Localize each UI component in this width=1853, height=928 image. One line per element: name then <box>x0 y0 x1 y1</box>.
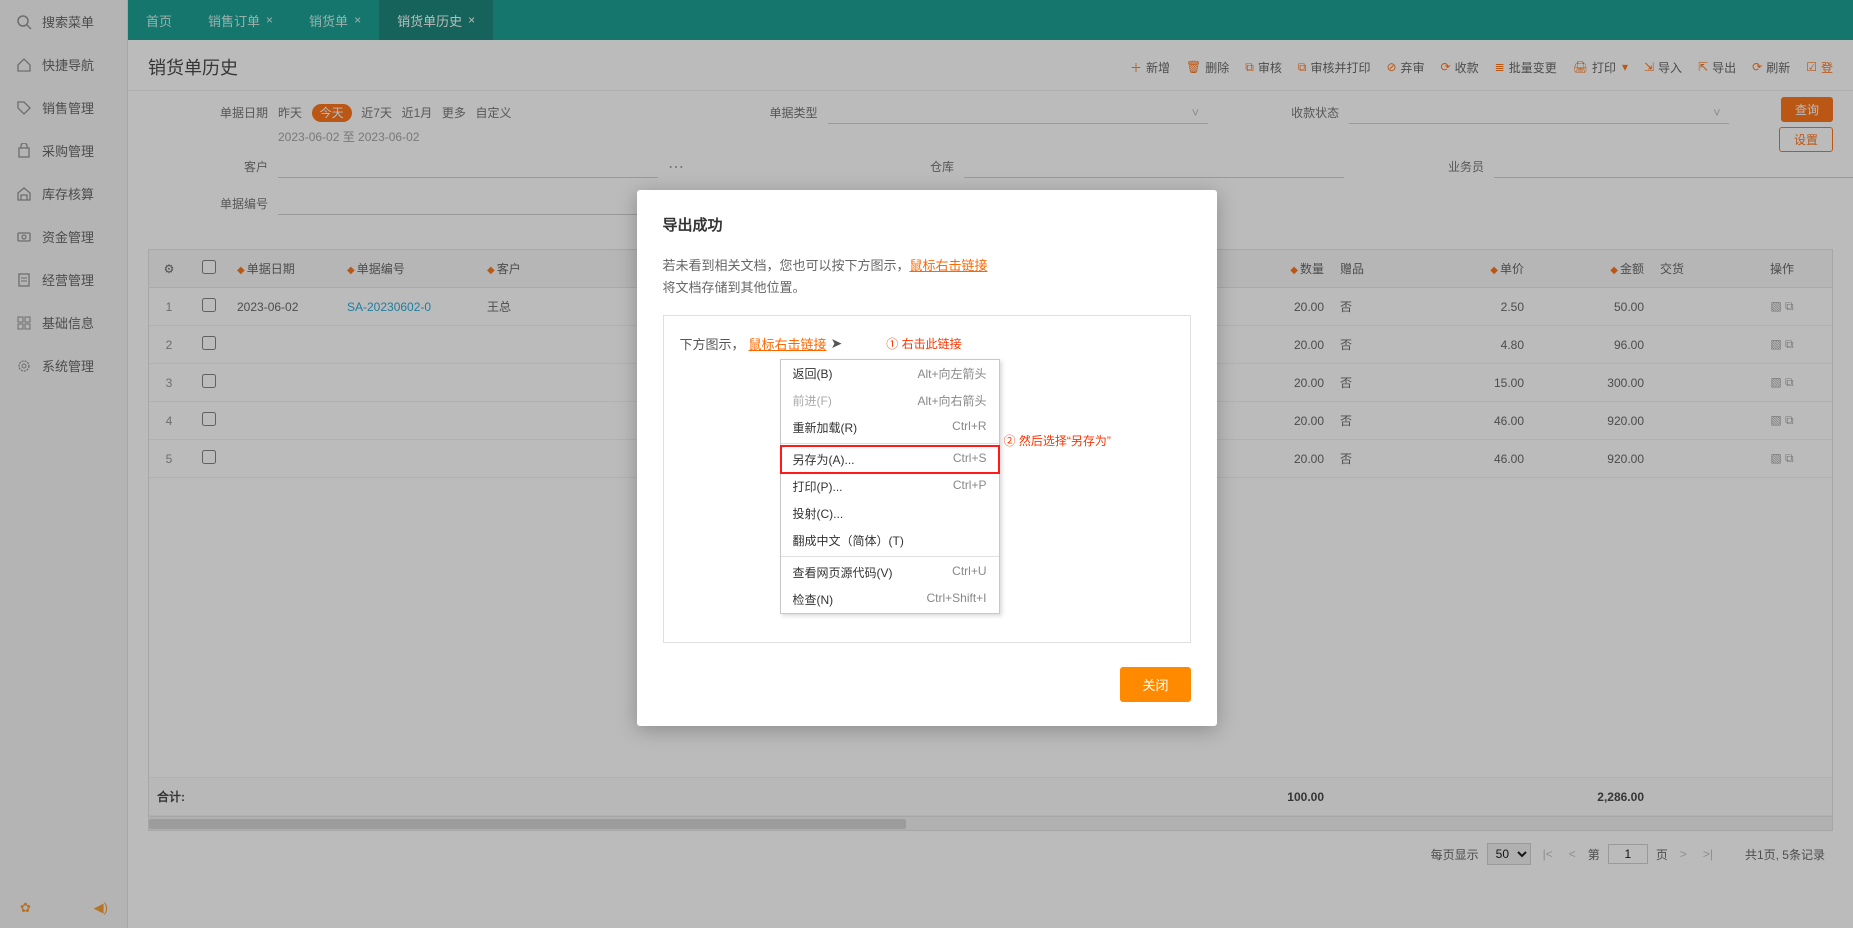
context-menu-item[interactable]: 前进(F)Alt+向右箭头 <box>781 387 999 414</box>
annotation-1: ① 右击此链接 <box>886 335 961 352</box>
context-menu-item[interactable]: 查看网页源代码(V)Ctrl+U <box>781 559 999 586</box>
close-button[interactable]: 关闭 <box>1120 667 1190 702</box>
instr-link[interactable]: 鼠标右击链接 <box>749 334 827 353</box>
annotation-2: ② 然后选择“另存为” <box>1004 432 1111 449</box>
context-menu-item[interactable]: 投射(C)... <box>781 500 999 527</box>
context-menu-item[interactable]: 返回(B)Alt+向左箭头 <box>781 360 999 387</box>
instruction-box: 下方图示， 鼠标右击链接 ➤ ① 右击此链接 返回(B)Alt+向左箭头前进(F… <box>663 315 1191 643</box>
context-menu-item[interactable]: 翻成中文（简体）(T) <box>781 527 999 554</box>
cursor-icon: ➤ <box>831 335 843 352</box>
modal-overlay: 导出成功 若未看到相关文档，您也可以按下方图示，鼠标右击链接 将文档存储到其他位… <box>0 0 1853 928</box>
export-success-modal: 导出成功 若未看到相关文档，您也可以按下方图示，鼠标右击链接 将文档存储到其他位… <box>637 190 1217 726</box>
context-menu: 返回(B)Alt+向左箭头前进(F)Alt+向右箭头重新加载(R)Ctrl+R 另… <box>780 359 1000 614</box>
instr-prefix: 下方图示， <box>680 334 745 353</box>
context-menu-item[interactable]: 重新加载(R)Ctrl+R <box>781 414 999 441</box>
context-menu-item[interactable]: 另存为(A)...Ctrl+S <box>781 446 999 473</box>
context-menu-item[interactable]: 检查(N)Ctrl+Shift+I <box>781 586 999 613</box>
modal-title: 导出成功 <box>663 214 1191 235</box>
rightclick-link[interactable]: 鼠标右击链接 <box>910 258 988 273</box>
modal-desc: 若未看到相关文档，您也可以按下方图示，鼠标右击链接 <box>663 255 1191 277</box>
context-menu-item[interactable]: 打印(P)...Ctrl+P <box>781 473 999 500</box>
modal-desc2: 将文档存储到其他位置。 <box>663 277 1191 299</box>
